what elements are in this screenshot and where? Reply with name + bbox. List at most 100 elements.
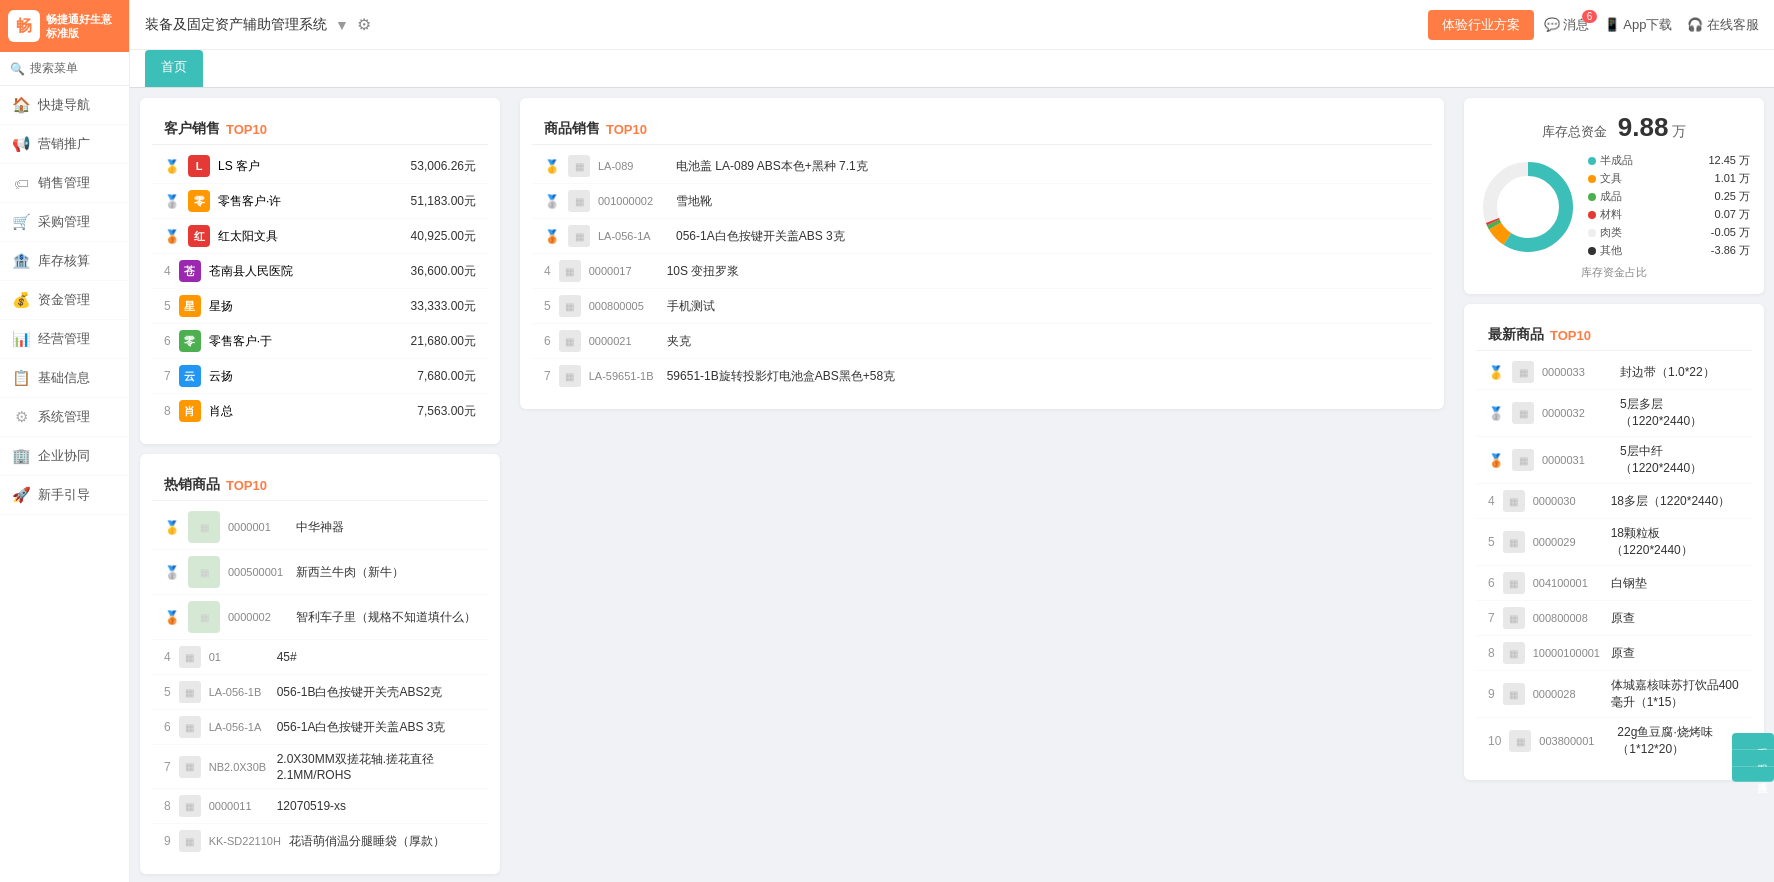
sidebar-item-operations[interactable]: 📊 经营管理	[0, 320, 129, 359]
system-icon: ⚙	[12, 408, 30, 426]
trial-button[interactable]: 体验行业方案	[1428, 10, 1534, 40]
product-thumbnail: ▦	[179, 756, 201, 778]
new-product-item: 4 ▦ 0000030 18多层（1220*2440）	[1476, 484, 1752, 519]
sidebar-item-quick-nav[interactable]: 🏠 快捷导航	[0, 86, 129, 125]
hot-product-item: 7 ▦ NB2.0X30B 2.0X30MM双搓花轴.搓花直径2.1MM/ROH…	[152, 745, 488, 789]
legend-value: 0.07 万	[1715, 207, 1750, 222]
sidebar-item-marketing[interactable]: 📢 营销推广	[0, 125, 129, 164]
customer-avatar: 肖	[179, 400, 201, 422]
product-thumbnail: ▦	[179, 830, 201, 852]
product-code: LA-089	[598, 160, 668, 172]
rank-number: 9	[164, 834, 171, 848]
medal-icon: 🥈	[1488, 406, 1504, 421]
legend-name: 材料	[1600, 207, 1711, 222]
product-thumbnail: ▦	[568, 225, 590, 247]
product-name: 封边带（1.0*22）	[1620, 364, 1740, 381]
hot-product-item: 🥉 ▦ 0000002 智利车子里（规格不知道填什么）	[152, 595, 488, 640]
product-code: 004100001	[1533, 577, 1603, 589]
sidebar-item-corp[interactable]: 🏢 企业协同	[0, 437, 129, 476]
customer-name: 肖总	[209, 403, 410, 420]
product-name: 45#	[277, 650, 476, 664]
product-name: 5层中纤（1220*2440）	[1620, 443, 1740, 477]
product-thumbnail: ▦	[559, 260, 581, 282]
legend-item: 文具 1.01 万	[1588, 171, 1750, 186]
customer-avatar: 苍	[179, 260, 201, 282]
rank-number: 4	[1488, 494, 1495, 508]
left-panel: 客户销售 TOP10 🥇 L LS 客户 53,006.26元 🥈 零 零售客户…	[130, 88, 510, 882]
sidebar-item-inventory[interactable]: 🏦 库存核算	[0, 242, 129, 281]
inventory-caption: 库存资金占比	[1478, 265, 1750, 280]
new-product-item: 8 ▦ 10000100001 原查	[1476, 636, 1752, 671]
customer-avatar: 红	[188, 225, 210, 247]
legend-dot	[1588, 211, 1596, 219]
customer-list-item: 6 零 零售客户·于 21,680.00元	[152, 324, 488, 359]
rank-number: 6	[1488, 576, 1495, 590]
new-product-item: 10 ▦ 003800001 22g鱼豆腐·烧烤味（1*12*20）	[1476, 718, 1752, 764]
sidebar-item-base[interactable]: 📋 基础信息	[0, 359, 129, 398]
tab-home[interactable]: 首页	[145, 50, 203, 87]
product-sales-badge: TOP10	[606, 122, 647, 137]
sidebar-item-finance[interactable]: 💰 资金管理	[0, 281, 129, 320]
product-code: LA-056-1A	[598, 230, 668, 242]
product-name: 中华神器	[296, 519, 476, 536]
sidebar-item-purchase[interactable]: 🛒 采购管理	[0, 203, 129, 242]
sidebar-logo: 畅 畅捷通好生意 标准版	[0, 0, 129, 52]
customer-top10-card: 客户销售 TOP10 🥇 L LS 客户 53,006.26元 🥈 零 零售客户…	[140, 98, 500, 444]
product-thumbnail: ▦	[1503, 607, 1525, 629]
product-sales-header: 商品销售 TOP10	[532, 110, 1432, 145]
legend-name: 其他	[1600, 243, 1707, 258]
main-content: 装备及固定资产辅助管理系统 ▼ ⚙ 体验行业方案 💬 消息 6 📱 App下载 …	[130, 0, 1774, 882]
new-products-title: 最新商品	[1488, 326, 1544, 344]
gear-icon[interactable]: ⚙	[357, 15, 371, 34]
right-panel: 库存总资金 9.88 万	[1454, 88, 1774, 882]
product-sales-item: 4 ▦ 0000017 10S 变扭罗浆	[532, 254, 1432, 289]
legend-item: 半成品 12.45 万	[1588, 153, 1750, 168]
sidebar: 畅 畅捷通好生意 标准版 🔍 搜索菜单 🏠 快捷导航 📢 营销推广 🏷 销售管理…	[0, 0, 130, 882]
product-sales-list: 🥇 ▦ LA-089 电池盖 LA-089 ABS本色+黑种 7.1克 🥈 ▦ …	[532, 145, 1432, 397]
sidebar-item-system[interactable]: ⚙ 系统管理	[0, 398, 129, 437]
sidebar-item-sales[interactable]: 🏷 销售管理	[0, 164, 129, 203]
product-code: 0000032	[1542, 407, 1612, 419]
customer-avatar: 云	[179, 365, 201, 387]
legend-value: -0.05 万	[1711, 225, 1750, 240]
dropdown-icon[interactable]: ▼	[335, 17, 349, 33]
legend-dot	[1588, 193, 1596, 201]
float-service-button[interactable]: 客服热线	[1732, 733, 1774, 750]
legend-dot	[1588, 229, 1596, 237]
new-products-header: 最新商品 TOP10	[1476, 316, 1752, 351]
product-sales-item: 🥈 ▦ 001000002 雪地靴	[532, 184, 1432, 219]
message-button[interactable]: 💬 消息 6	[1544, 16, 1590, 34]
customer-list-item: 4 苍 苍南县人民医院 36,600.00元	[152, 254, 488, 289]
customer-list-item: 8 肖 肖总 7,563.00元	[152, 394, 488, 428]
float-community-button[interactable]: 服务社区	[1732, 750, 1774, 767]
product-image: ▦	[188, 601, 220, 633]
legend-name: 半成品	[1600, 153, 1704, 168]
product-code: 0000030	[1533, 495, 1603, 507]
medal-icon: 🥈	[164, 194, 180, 209]
center-panel: 商品销售 TOP10 🥇 ▦ LA-089 电池盖 LA-089 ABS本色+黑…	[510, 88, 1454, 882]
sidebar-search[interactable]: 🔍 搜索菜单	[0, 52, 129, 86]
medal-icon: 🥇	[164, 159, 180, 174]
product-sales-item: 5 ▦ 000800005 手机测试	[532, 289, 1432, 324]
medal-icon: 🥇	[1488, 365, 1504, 380]
product-code: 0000011	[209, 800, 269, 812]
purchase-icon: 🛒	[12, 213, 30, 231]
product-sales-item: 6 ▦ 0000021 夹克	[532, 324, 1432, 359]
customer-top10-header: 客户销售 TOP10	[152, 110, 488, 145]
float-live-button[interactable]: 直播	[1732, 767, 1774, 782]
legend-dot	[1588, 247, 1596, 255]
customer-amount: 40,925.00元	[411, 228, 476, 245]
new-product-item: 🥉 ▦ 0000031 5层中纤（1220*2440）	[1476, 437, 1752, 484]
operations-icon: 📊	[12, 330, 30, 348]
hot-product-item: 8 ▦ 0000011 12070519-xs	[152, 789, 488, 824]
online-service-button[interactable]: 🎧 在线客服	[1687, 16, 1759, 34]
product-code: 003800001	[1539, 735, 1609, 747]
sidebar-item-guide[interactable]: 🚀 新手引导	[0, 476, 129, 515]
customer-list-item: 🥈 零 零售客户·许 51,183.00元	[152, 184, 488, 219]
search-icon: 🔍	[10, 62, 25, 76]
app-download-button[interactable]: 📱 App下载	[1604, 16, 1672, 34]
hot-product-item: 9 ▦ KK-SD22110H 花语萌俏温分腿睡袋（厚款）	[152, 824, 488, 858]
product-image: ▦	[188, 556, 220, 588]
customer-avatar: L	[188, 155, 210, 177]
product-name: 原查	[1611, 645, 1740, 662]
